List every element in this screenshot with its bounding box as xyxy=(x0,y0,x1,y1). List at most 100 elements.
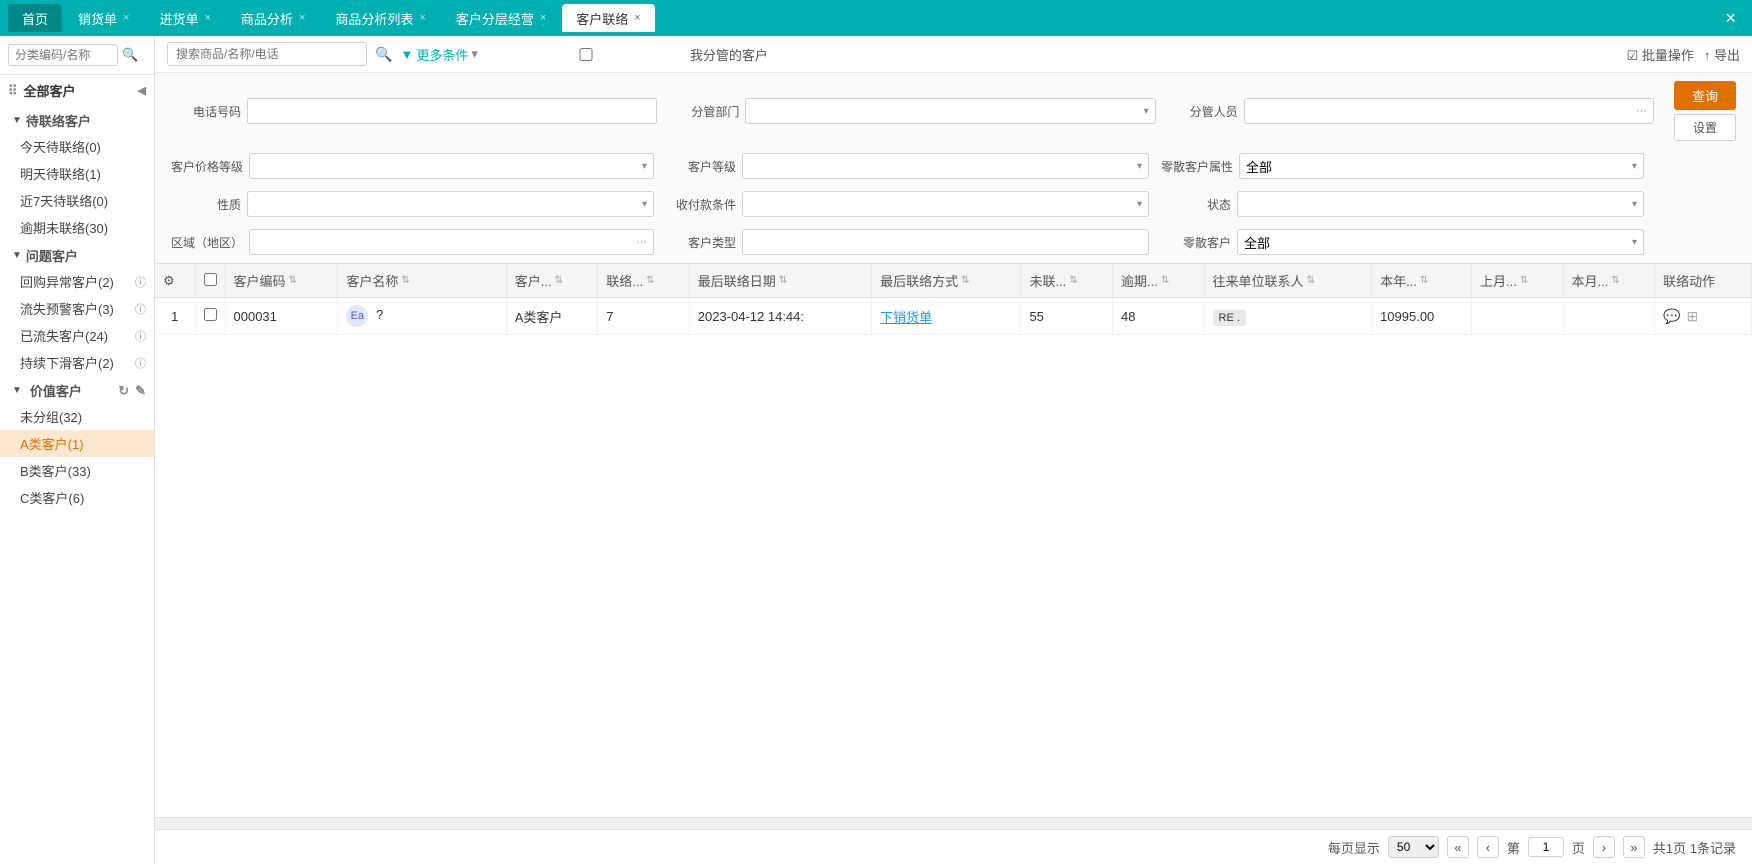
per-page-select[interactable]: 50 100 200 xyxy=(1388,836,1439,858)
tab-product-analysis-list[interactable]: 商品分析列表 × xyxy=(321,4,439,32)
price-level-select[interactable]: ▾ xyxy=(249,153,654,179)
th-no-contact[interactable]: 未联... ⇅ xyxy=(1021,264,1113,298)
sort-icon-method: ⇅ xyxy=(961,275,969,286)
th-last-contact-method[interactable]: 最后联络方式 ⇅ xyxy=(872,264,1021,298)
tab-home[interactable]: 首页 xyxy=(8,4,62,32)
th-type[interactable]: 客户... ⇅ xyxy=(506,264,598,298)
sidebar-item-overdue[interactable]: 逾期未联络(30) xyxy=(0,214,154,241)
th-code[interactable]: 客户编码 ⇅ xyxy=(225,264,338,298)
nature-select[interactable]: ▾ xyxy=(247,191,654,217)
next-page-button[interactable]: › xyxy=(1593,836,1615,858)
sidebar-item-churned[interactable]: 已流失客户(24) ⓘ xyxy=(0,322,154,349)
more-filter-button[interactable]: ▼ 更多条件 ▾ xyxy=(400,45,477,64)
my-customer-checkbox[interactable] xyxy=(486,48,686,61)
close-all-tabs[interactable]: × xyxy=(1717,8,1744,29)
tab-product-analysis-close[interactable]: × xyxy=(299,12,305,24)
sidebar-item-today[interactable]: 今天待联络(0) xyxy=(0,133,154,160)
contact-method-link[interactable]: 下销货单 xyxy=(880,310,932,325)
tab-customer-contact-close[interactable]: × xyxy=(634,12,640,24)
page-input[interactable] xyxy=(1528,837,1564,857)
retail-select[interactable]: 全部 ▾ xyxy=(1237,229,1644,255)
th-overdue[interactable]: 逾期... ⇅ xyxy=(1112,264,1204,298)
refresh-icon[interactable]: ↻ xyxy=(118,383,129,399)
export-button[interactable]: ↑ 导出 xyxy=(1704,45,1740,64)
arrow-icon-3: ▼ xyxy=(12,385,22,396)
sidebar-item-churn-warning[interactable]: 流失预警客户(3) ⓘ xyxy=(0,295,154,322)
filter-status-label: 状态 xyxy=(1161,196,1231,213)
sidebar-item-class-c[interactable]: C类客户(6) xyxy=(0,484,154,511)
tab-sales[interactable]: 销货单 × xyxy=(64,4,143,32)
group-pending-contact[interactable]: ▼ 待联络客户 xyxy=(0,106,154,133)
customer-level-select[interactable]: ▾ xyxy=(742,153,1149,179)
tab-product-analysis-list-close[interactable]: × xyxy=(419,12,425,24)
group-value-customers[interactable]: ▼ 价值客户 ↻ ✎ xyxy=(0,376,154,403)
all-customers-header[interactable]: ⠿ 全部客户 ◀ xyxy=(0,75,154,106)
sidebar-item-repurchase-abnormal[interactable]: 回购异常客户(2) ⓘ xyxy=(0,268,154,295)
sidebar-item-class-a[interactable]: A类客户(1) xyxy=(0,430,154,457)
th-name[interactable]: 客户名称 ⇅ xyxy=(338,264,506,298)
scrollbar-area xyxy=(155,817,1752,829)
person-select[interactable]: ··· xyxy=(1244,98,1654,124)
region-select[interactable]: ··· xyxy=(249,229,654,255)
th-checkbox xyxy=(195,264,225,298)
tab-product-analysis[interactable]: 商品分析 × xyxy=(227,4,319,32)
tab-customer-tier-close[interactable]: × xyxy=(540,12,546,24)
th-contact[interactable]: 联络... ⇅ xyxy=(598,264,690,298)
scrollbar-content xyxy=(155,818,1355,819)
search-input[interactable] xyxy=(167,42,367,66)
tab-purchase[interactable]: 进货单 × xyxy=(145,4,224,32)
sidebar-search-input[interactable] xyxy=(8,44,118,66)
row-contact-person: RE . xyxy=(1204,298,1372,335)
tab-sales-close[interactable]: × xyxy=(123,12,129,24)
retail-attr-select[interactable]: 全部 ▾ xyxy=(1239,153,1644,179)
tab-customer-contact[interactable]: 客户联络 × xyxy=(562,4,654,32)
status-select[interactable]: ▾ xyxy=(1237,191,1644,217)
th-last-month[interactable]: 上月... ⇅ xyxy=(1472,264,1564,298)
group-problem-customers[interactable]: ▼ 问题客户 xyxy=(0,241,154,268)
sidebar-item-declining[interactable]: 持续下滑客户(2) ⓘ xyxy=(0,349,154,376)
sidebar-item-7days[interactable]: 近7天待联络(0) xyxy=(0,187,154,214)
sort-icon-code: ⇅ xyxy=(289,275,297,286)
settings-button[interactable]: 设置 xyxy=(1674,114,1736,141)
info-icon-3: ⓘ xyxy=(135,328,146,344)
table-container: ⚙ 客户编码 ⇅ xyxy=(155,264,1752,817)
group-value-label: 价值客户 xyxy=(30,381,82,400)
dept-select[interactable]: ▾ xyxy=(745,98,1155,124)
batch-action-button[interactable]: ☑ 批量操作 xyxy=(1627,45,1694,64)
phone-input[interactable] xyxy=(247,98,657,124)
chevron-down-icon: ▾ xyxy=(1144,106,1149,117)
last-page-button[interactable]: » xyxy=(1623,836,1645,858)
filter-customer-type: 客户类型 xyxy=(666,229,1149,255)
row-this-month xyxy=(1563,298,1655,335)
tab-customer-tier[interactable]: 客户分层经营 × xyxy=(442,4,560,32)
filter-retail-label: 零散客户 xyxy=(1161,234,1231,251)
sidebar-item-unclassified[interactable]: 未分组(32) xyxy=(0,403,154,430)
sidebar-item-tomorrow[interactable]: 明天待联络(1) xyxy=(0,160,154,187)
tab-purchase-close[interactable]: × xyxy=(204,12,210,24)
th-last-contact-date[interactable]: 最后联络日期 ⇅ xyxy=(689,264,871,298)
my-customer-checkbox-label[interactable]: 我分管的客户 xyxy=(486,45,768,64)
sidebar-search-icon[interactable]: 🔍 xyxy=(122,47,138,63)
select-all-checkbox[interactable] xyxy=(204,273,217,286)
row-checkbox[interactable] xyxy=(204,308,217,321)
filter-status: 状态 ▾ xyxy=(1161,191,1644,217)
tab-product-analysis-list-label: 商品分析列表 xyxy=(335,9,413,28)
gear-icon[interactable]: ⚙ xyxy=(163,273,175,289)
sidebar-item-class-b[interactable]: B类客户(33) xyxy=(0,457,154,484)
chat-icon[interactable]: 💬 xyxy=(1663,308,1680,325)
filter-row-4: 区域（地区） ··· 客户类型 零散客户 xyxy=(171,229,1736,255)
filter-price-level: 客户价格等级 ▾ xyxy=(171,153,654,179)
tab-purchase-label: 进货单 xyxy=(159,9,198,28)
customer-type-input[interactable] xyxy=(742,229,1149,255)
payment-select[interactable]: ▾ xyxy=(742,191,1149,217)
search-button[interactable]: 🔍 xyxy=(375,46,392,63)
qr-icon[interactable]: ⊞ xyxy=(1687,308,1699,325)
query-button[interactable]: 查询 xyxy=(1674,81,1736,110)
th-this-month[interactable]: 本月... ⇅ xyxy=(1563,264,1655,298)
th-this-year[interactable]: 本年... ⇅ xyxy=(1372,264,1472,298)
edit-icon[interactable]: ✎ xyxy=(135,383,146,399)
prev-page-button[interactable]: ‹ xyxy=(1477,836,1499,858)
first-page-button[interactable]: « xyxy=(1447,836,1469,858)
filter-region-label: 区域（地区） xyxy=(171,234,243,251)
th-contact-person[interactable]: 往来单位联系人 ⇅ xyxy=(1204,264,1372,298)
